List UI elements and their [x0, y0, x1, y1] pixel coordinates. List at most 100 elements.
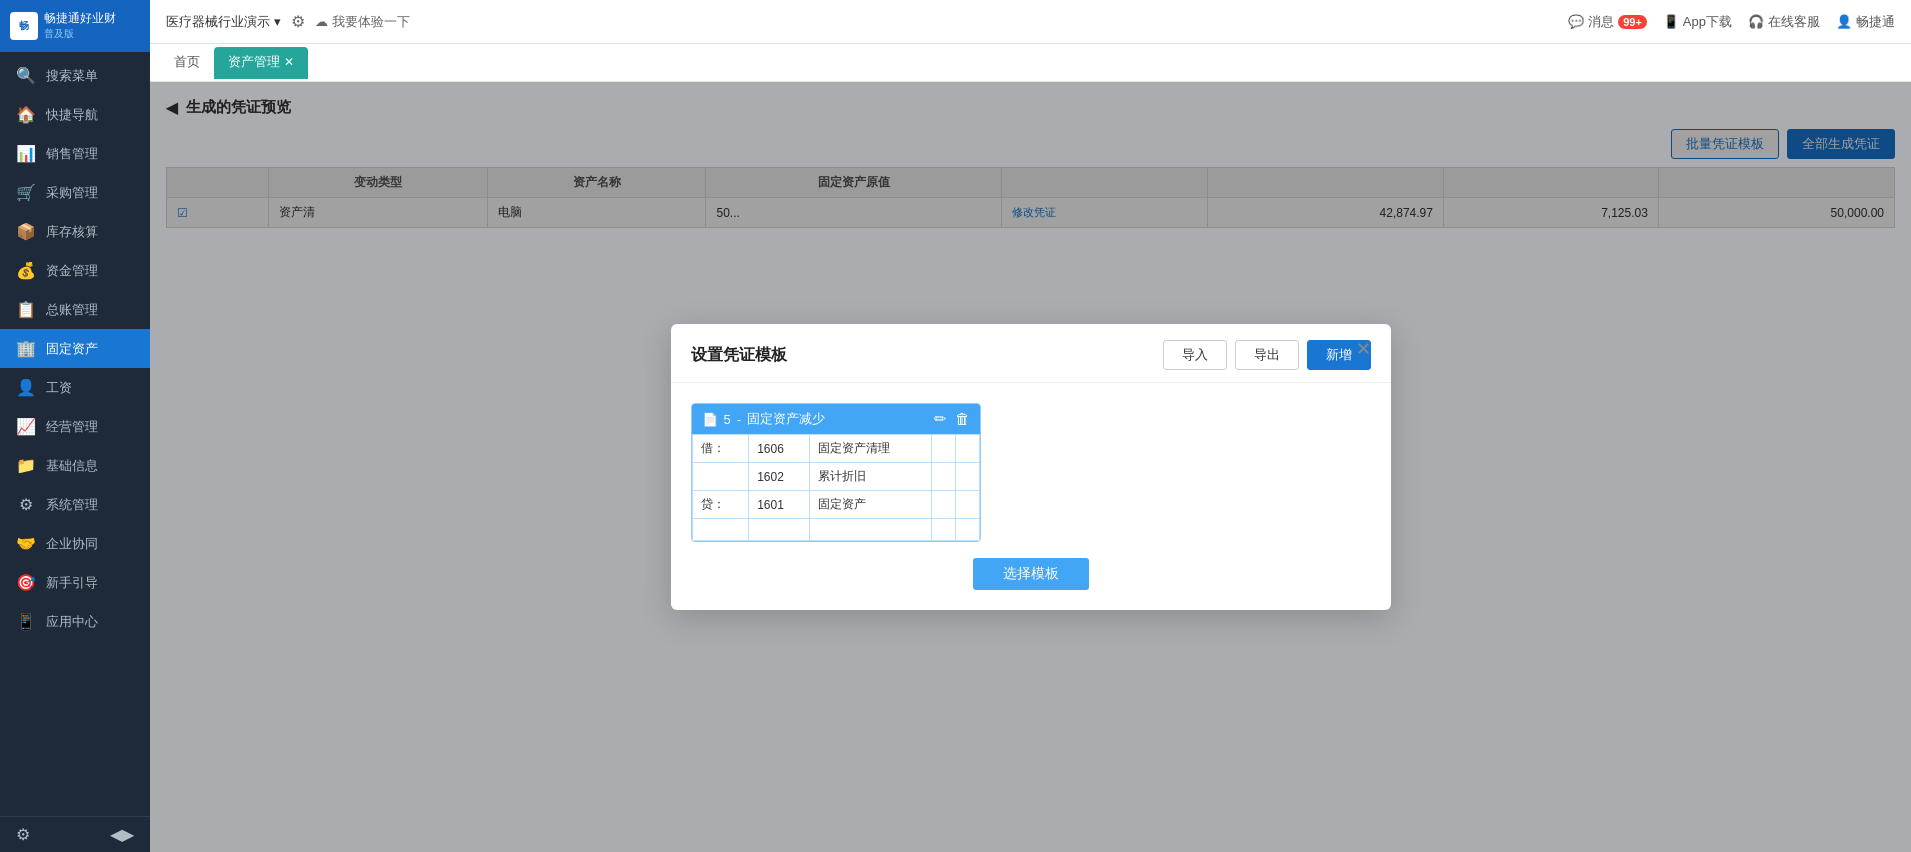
sidebar-item-label: 库存核算	[46, 223, 98, 241]
sidebar-item-label: 搜索菜单	[46, 67, 98, 85]
user-btn[interactable]: 👤 畅捷通	[1836, 13, 1895, 31]
sidebar-item-management[interactable]: 📈 经营管理	[0, 407, 150, 446]
salary-icon: 👤	[16, 378, 36, 397]
select-template-button[interactable]: 选择模板	[973, 558, 1089, 590]
settings-icon[interactable]: ⚙	[16, 825, 30, 844]
template-table-row-empty	[692, 519, 979, 541]
sidebar-item-salary[interactable]: 👤 工资	[0, 368, 150, 407]
import-button[interactable]: 导入	[1163, 340, 1227, 370]
col-extra2	[955, 491, 979, 519]
template-name: 固定资产减少	[747, 410, 825, 428]
user-icon: 👤	[1836, 14, 1852, 29]
messages-label: 消息	[1588, 13, 1614, 31]
account-code: 1606	[749, 435, 809, 463]
template-card: 📄 5 - 固定资产减少 ✏ 🗑	[691, 403, 981, 542]
experience-btn[interactable]: ☁ 我要体验一下	[315, 13, 410, 31]
sidebar-item-capital[interactable]: 💰 资金管理	[0, 251, 150, 290]
app-center-icon: 📱	[16, 612, 36, 631]
messages-badge: 99+	[1618, 15, 1647, 29]
ledger-icon: 📋	[16, 300, 36, 319]
sidebar-item-label: 新手引导	[46, 574, 98, 592]
message-icon: 💬	[1568, 14, 1584, 29]
modal-body: 📄 5 - 固定资产减少 ✏ 🗑	[671, 383, 1391, 610]
entry-type-empty	[692, 519, 749, 541]
cooperation-icon: 🤝	[16, 534, 36, 553]
account-code-empty	[749, 519, 809, 541]
col-extra1	[932, 491, 955, 519]
template-table-row: 1602 累计折旧	[692, 463, 979, 491]
sidebar-item-search[interactable]: 🔍 搜索菜单	[0, 56, 150, 95]
header: 医疗器械行业演示 ▾ ⚙ ☁ 我要体验一下 💬 消息 99+ 📱 App下载 🎧…	[150, 0, 1911, 44]
account-code: 1602	[749, 463, 809, 491]
col-extra1-empty	[932, 519, 955, 541]
template-table-row: 借： 1606 固定资产清理	[692, 435, 979, 463]
messages-btn[interactable]: 💬 消息 99+	[1568, 13, 1647, 31]
export-button[interactable]: 导出	[1235, 340, 1299, 370]
app-download-btn[interactable]: 📱 App下载	[1663, 13, 1732, 31]
tab-close-icon[interactable]: ✕	[284, 55, 294, 69]
tab-home-label: 首页	[174, 53, 200, 71]
entry-type: 借：	[692, 435, 749, 463]
template-card-header-actions: ✏ 🗑	[934, 410, 970, 428]
sidebar-item-guide[interactable]: 🎯 新手引导	[0, 563, 150, 602]
sidebar-item-purchase[interactable]: 🛒 采购管理	[0, 173, 150, 212]
col-extra2-empty	[955, 519, 979, 541]
template-name-separator: -	[737, 412, 741, 427]
col-extra2	[955, 463, 979, 491]
sidebar-item-basic-info[interactable]: 📁 基础信息	[0, 446, 150, 485]
system-icon: ⚙	[16, 495, 36, 514]
sidebar-item-quick-nav[interactable]: 🏠 快捷导航	[0, 95, 150, 134]
sidebar-item-label: 快捷导航	[46, 106, 98, 124]
sidebar-item-ledger[interactable]: 📋 总账管理	[0, 290, 150, 329]
sidebar-item-sales[interactable]: 📊 销售管理	[0, 134, 150, 173]
sidebar-logo: 畅 畅捷通好业财 普及版	[0, 0, 150, 52]
col-extra1	[932, 435, 955, 463]
sales-icon: 📊	[16, 144, 36, 163]
customer-service-btn[interactable]: 🎧 在线客服	[1748, 13, 1820, 31]
sidebar-item-cooperation[interactable]: 🤝 企业协同	[0, 524, 150, 563]
tab-asset-management[interactable]: 资产管理 ✕	[214, 47, 308, 79]
collapse-icon[interactable]: ◀▶	[110, 825, 134, 844]
experience-text: 我要体验一下	[332, 13, 410, 31]
modal-title: 设置凭证模板	[691, 345, 787, 366]
template-edit-icon[interactable]: ✏	[934, 410, 947, 428]
logo-icon: 畅	[10, 12, 38, 40]
tab-asset-management-label: 资产管理	[228, 53, 280, 71]
main-area: 医疗器械行业演示 ▾ ⚙ ☁ 我要体验一下 💬 消息 99+ 📱 App下载 🎧…	[150, 0, 1911, 852]
modal-close-button[interactable]: ✕	[1356, 338, 1371, 360]
sidebar-item-fixed-assets[interactable]: 🏢 固定资产	[0, 329, 150, 368]
app-download-icon: 📱	[1663, 14, 1679, 29]
sidebar-item-label: 总账管理	[46, 301, 98, 319]
customer-service-icon: 🎧	[1748, 14, 1764, 29]
modal-header-actions: 导入 导出 新增	[1163, 340, 1371, 370]
account-name-empty	[809, 519, 932, 541]
template-card-header: 📄 5 - 固定资产减少 ✏ 🗑	[692, 404, 980, 434]
sidebar-item-label: 企业协同	[46, 535, 98, 553]
col-extra1	[932, 463, 955, 491]
modal-header: 设置凭证模板 导入 导出 新增	[671, 324, 1391, 383]
basic-info-icon: 📁	[16, 456, 36, 475]
sidebar-item-inventory[interactable]: 📦 库存核算	[0, 212, 150, 251]
tab-home[interactable]: 首页	[160, 47, 214, 79]
sidebar-item-label: 经营管理	[46, 418, 98, 436]
sidebar-item-label: 资金管理	[46, 262, 98, 280]
sidebar-item-label: 销售管理	[46, 145, 98, 163]
account-name: 固定资产	[809, 491, 932, 519]
customer-service-label: 在线客服	[1768, 13, 1820, 31]
sidebar: 畅 畅捷通好业财 普及版 🔍 搜索菜单 🏠 快捷导航 📊 销售管理 🛒 采购管理…	[0, 0, 150, 852]
sidebar-item-system[interactable]: ⚙ 系统管理	[0, 485, 150, 524]
sidebar-item-app-center[interactable]: 📱 应用中心	[0, 602, 150, 641]
search-icon: 🔍	[16, 66, 36, 85]
header-settings-icon[interactable]: ⚙	[291, 12, 305, 31]
sidebar-nav: 🔍 搜索菜单 🏠 快捷导航 📊 销售管理 🛒 采购管理 📦 库存核算 💰 资金管…	[0, 52, 150, 816]
logo-version: 普及版	[44, 27, 116, 41]
account-name: 累计折旧	[809, 463, 932, 491]
logo-name: 畅捷通好业财	[44, 11, 116, 27]
template-delete-icon[interactable]: 🗑	[955, 410, 970, 428]
inventory-icon: 📦	[16, 222, 36, 241]
fixed-assets-icon: 🏢	[16, 339, 36, 358]
company-selector[interactable]: 医疗器械行业演示 ▾	[166, 13, 281, 31]
template-code: 5	[724, 412, 731, 427]
app-download-label: App下载	[1683, 13, 1732, 31]
management-icon: 📈	[16, 417, 36, 436]
